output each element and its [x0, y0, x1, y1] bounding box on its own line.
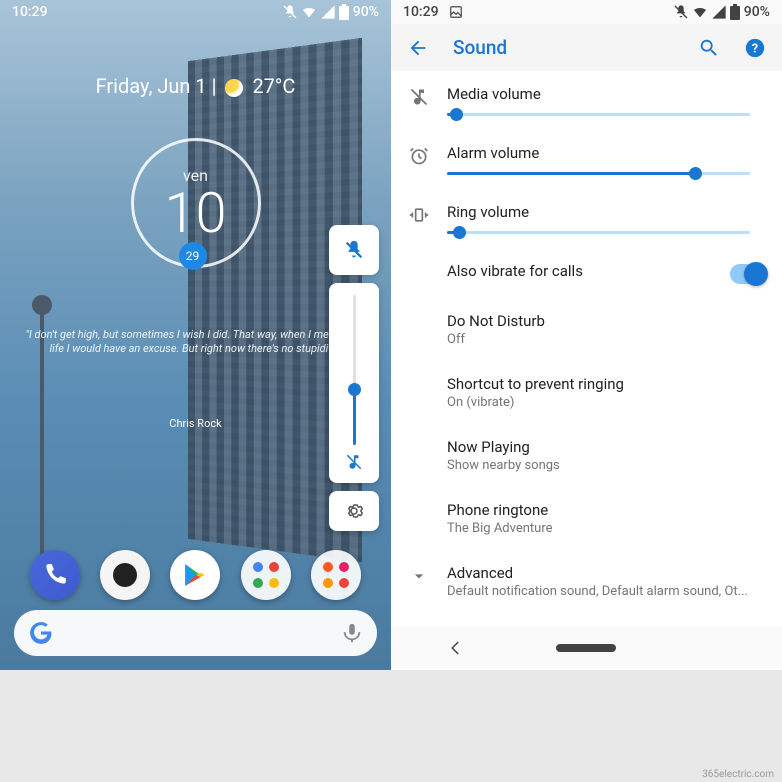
battery-icon [339, 4, 349, 20]
alarm-volume-row[interactable]: Alarm volume [391, 130, 782, 189]
app-dock [0, 550, 391, 600]
setting-label: Also vibrate for calls [447, 262, 730, 280]
quote-widget: "I don't get high, but sometimes I wish … [20, 328, 371, 357]
setting-label: Shortcut to prevent ringing [447, 375, 766, 393]
setting-label: Do Not Disturb [447, 312, 766, 330]
ring-volume-row[interactable]: Ring volume [391, 189, 782, 248]
alarm-volume-slider[interactable] [447, 172, 750, 175]
wifi-icon [692, 4, 708, 20]
ring-volume-slider[interactable] [447, 231, 750, 234]
date-label: Friday, Jun 1 [96, 74, 207, 98]
now-playing-row[interactable]: Now Playing Show nearby songs [391, 424, 782, 487]
help-icon[interactable]: ? [744, 37, 766, 59]
watermark: 365electric.com [702, 769, 774, 780]
alarm-icon [409, 146, 429, 166]
wifi-icon [301, 4, 317, 20]
status-battery: 90% [353, 4, 379, 20]
nav-home-pill [556, 644, 616, 652]
setting-sub: Default notification sound, Default alar… [447, 584, 766, 599]
setting-sub: Off [447, 332, 766, 347]
settings-screen: 10:29 90% Sound ? [391, 0, 782, 670]
status-battery: 90% [744, 4, 770, 20]
play-store-icon [182, 562, 208, 588]
app-phone[interactable] [30, 550, 80, 600]
status-icons [673, 4, 740, 20]
status-icons [282, 4, 349, 20]
clock-badge: 29 [179, 242, 207, 270]
ring-mode-button[interactable] [329, 225, 379, 275]
volume-slider-box [329, 283, 379, 483]
signal-icon [320, 4, 336, 20]
mute-icon [673, 4, 689, 20]
folder-icon [248, 557, 284, 593]
app-camera[interactable] [100, 550, 150, 600]
quote-text: "I don't get high, but sometimes I wish … [20, 328, 371, 357]
temperature: 27°C [252, 74, 295, 98]
back-icon[interactable] [407, 37, 429, 59]
status-time: 10:29 [12, 4, 48, 20]
prevent-ringing-row[interactable]: Shortcut to prevent ringing On (vibrate) [391, 361, 782, 424]
search-icon[interactable] [698, 37, 720, 59]
nav-bar [391, 626, 782, 670]
volume-fill [353, 393, 356, 446]
chevron-down-icon [409, 566, 429, 586]
nav-back-icon [447, 639, 465, 657]
slider-label: Media volume [447, 85, 750, 103]
setting-sub: Show nearby songs [447, 458, 766, 473]
media-volume-slider[interactable] [447, 113, 750, 116]
weather-icon [225, 79, 243, 97]
home-screen: 10:29 90% Friday, Jun 1 | 27°C ven 10 29 [0, 0, 391, 670]
date-weather-widget[interactable]: Friday, Jun 1 | 27°C [0, 74, 391, 98]
volume-panel [329, 225, 379, 531]
gear-icon [345, 502, 363, 520]
setting-sub: On (vibrate) [447, 395, 766, 410]
setting-sub: The Big Adventure [447, 521, 766, 536]
dnd-row[interactable]: Do Not Disturb Off [391, 298, 782, 361]
setting-label: Phone ringtone [447, 501, 766, 519]
media-volume-row[interactable]: Media volume [391, 71, 782, 130]
mute-icon [282, 4, 298, 20]
setting-label: Advanced [447, 564, 766, 582]
nav-back[interactable] [426, 639, 486, 657]
settings-body: Media volume Alarm volume Ring volume [391, 71, 782, 633]
signal-icon [711, 4, 727, 20]
slider-label: Ring volume [447, 203, 750, 221]
settings-title: Sound [453, 36, 674, 59]
clock-date: 10 [164, 185, 226, 241]
app-folder-social[interactable] [311, 550, 361, 600]
google-search-bar[interactable] [14, 610, 377, 656]
volume-settings-button[interactable] [329, 491, 379, 531]
folder-icon [318, 557, 354, 593]
nav-home[interactable] [556, 644, 616, 652]
volume-slider[interactable] [353, 295, 356, 445]
image-icon [449, 5, 463, 19]
svg-text:?: ? [752, 41, 758, 56]
media-mute-icon [409, 87, 429, 107]
battery-icon [730, 4, 740, 20]
vibrate-calls-row[interactable]: Also vibrate for calls [391, 248, 782, 298]
clock-day-abbr: ven [183, 166, 208, 185]
status-bar: 10:29 90% [0, 0, 391, 24]
slider-label: Alarm volume [447, 144, 750, 162]
vibrate-calls-toggle[interactable] [730, 264, 766, 284]
vibrate-icon [409, 205, 429, 225]
ringtone-row[interactable]: Phone ringtone The Big Adventure [391, 487, 782, 550]
media-mute-icon [345, 453, 363, 471]
advanced-row[interactable]: Advanced Default notification sound, Def… [391, 550, 782, 613]
status-time: 10:29 [403, 4, 439, 20]
phone-icon [42, 562, 68, 588]
google-logo-icon [28, 620, 54, 646]
settings-header: Sound ? [391, 24, 782, 71]
clock-widget[interactable]: ven 10 29 [131, 138, 261, 268]
volume-thumb[interactable] [348, 383, 361, 396]
app-play-store[interactable] [170, 550, 220, 600]
mic-icon[interactable] [341, 622, 363, 644]
setting-label: Now Playing [447, 438, 766, 456]
status-bar: 10:29 90% [391, 0, 782, 24]
app-folder-google[interactable] [241, 550, 291, 600]
bell-off-icon [343, 239, 365, 261]
